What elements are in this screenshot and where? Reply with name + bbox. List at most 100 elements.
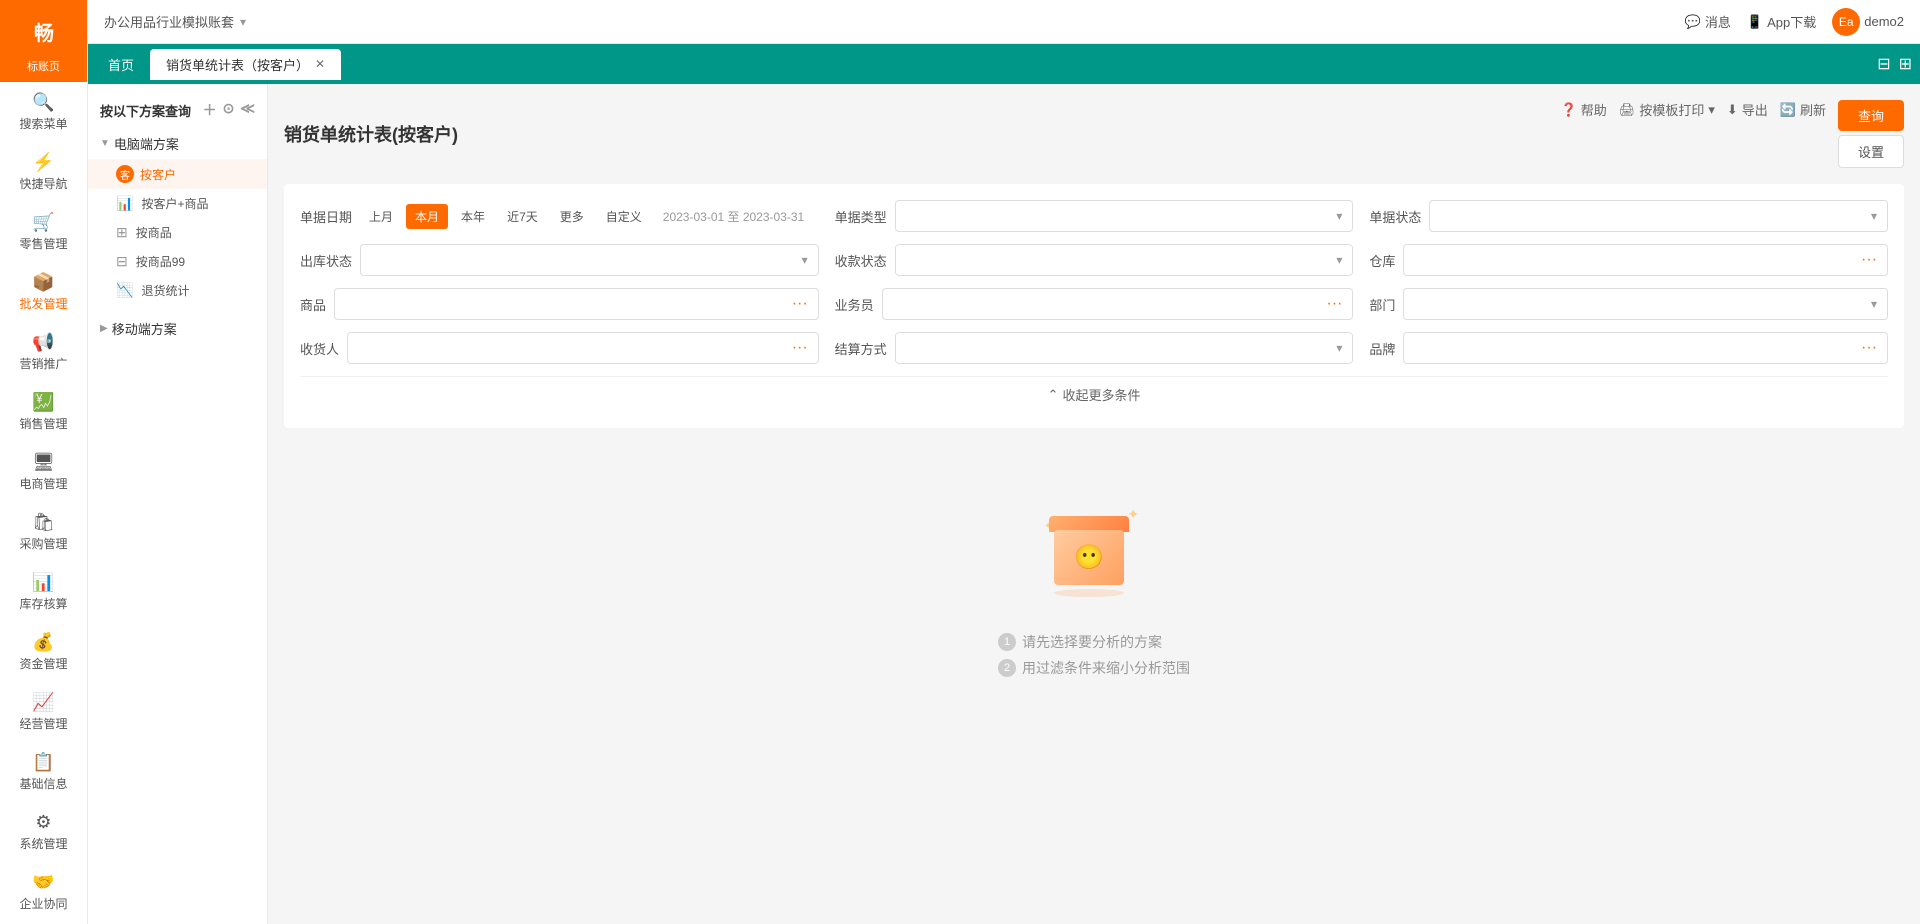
receiver-label: 收货人 [300,339,339,358]
export-button[interactable]: ⬇ 导出 [1727,100,1768,119]
sidebar-item-basic[interactable]: 📋 基础信息 [0,742,87,802]
sidebar-item-inventory[interactable]: 📊 库存核算 [0,562,87,622]
refresh-button[interactable]: 🔄 刷新 [1780,100,1826,119]
sidebar-item-finance[interactable]: 💰 资金管理 [0,622,87,682]
out-status-input[interactable]: ▾ [360,244,819,276]
sidebar-item-retail[interactable]: 🛒 零售管理 [0,202,87,262]
user-avatar-button[interactable]: Ea demo2 [1832,8,1904,36]
date-filter-item: 单据日期 上月 本月 本年 近7天 更多 自定义 2023-03-01 至 20… [300,204,819,229]
message-button[interactable]: 💬 消息 [1685,12,1731,31]
department-input[interactable]: ▾ [1403,288,1888,320]
date-btn-this-year[interactable]: 本年 [452,204,494,229]
payment-status-input[interactable]: ▾ [895,244,1354,276]
export-icon: ⬇ [1727,102,1738,118]
order-status-input[interactable]: ▾ [1429,200,1888,232]
warehouse-input[interactable]: ··· [1403,244,1888,276]
date-range-text: 2023-03-01 至 2023-03-31 [663,208,804,225]
workspace-selector[interactable]: 办公用品行业模拟账套 ▾ [104,12,246,31]
sidebar-item-search[interactable]: 🔍 搜索菜单 [0,82,87,142]
purchase-icon: 🛍 [32,512,55,533]
tab-bar: 首页 销货单统计表（按客户） ✕ ⊟ ⊞ [88,44,1920,84]
date-label: 单据日期 [300,207,352,226]
order-type-input[interactable]: ▾ [895,200,1354,232]
mobile-section: ▶ 移动端方案 [88,313,267,352]
help-icon: ❓ [1561,102,1577,118]
mobile-scheme-header[interactable]: ▶ 移动端方案 [88,313,267,344]
collapse-button[interactable]: ⌃ 收起更多条件 [300,377,1888,412]
date-btn-last-month[interactable]: 上月 [360,204,402,229]
date-btn-this-month[interactable]: 本月 [406,204,448,229]
scheme-by-customer[interactable]: 客 按客户 [88,159,267,189]
warehouse-dots: ··· [1861,251,1877,269]
out-status-label: 出库状态 [300,251,352,270]
scheme-panel: 按以下方案查询 ＋ ⊙ ≪ ▼ 电脑端方案 客 按客户 📊 [88,84,268,924]
settlement-filter-item: 结算方式 ▾ [835,332,1354,364]
date-btn-custom[interactable]: 自定义 [597,204,651,229]
app-download-button[interactable]: 📱 App下载 [1747,12,1816,31]
sidebar-item-sales[interactable]: 💹 销售管理 [0,382,87,442]
panel-header: 按以下方案查询 ＋ ⊙ ≪ [88,92,267,128]
triangle-down-icon: ▼ [100,138,110,149]
header-right: 💬 消息 📱 App下载 Ea demo2 [1685,8,1904,36]
desktop-scheme-label: 电脑端方案 [114,134,179,153]
box-body: 😶 [1054,530,1124,585]
salesperson-input[interactable]: ··· [882,288,1354,320]
order-type-chevron: ▾ [1336,209,1342,223]
collapse-panel-icon[interactable]: ≪ [240,100,255,120]
receiver-input[interactable]: ··· [347,332,819,364]
print-dropdown-icon: ▾ [1708,102,1715,118]
box-graphic: ✦ ✦ 😶 [1054,516,1134,597]
scheme-refund-stat[interactable]: 📉 退货统计 [88,276,267,305]
brand-input[interactable]: ··· [1403,332,1888,364]
chart-icon: 📊 [32,572,54,593]
sidebar-item-operations[interactable]: 📈 经营管理 [0,682,87,742]
scheme-by-product[interactable]: ⊞ 按商品 [88,218,267,247]
sidebar-item-system[interactable]: ⚙ 系统管理 [0,802,87,862]
date-btn-more[interactable]: 更多 [551,204,593,229]
print-button[interactable]: 🖨 按模板打印 ▾ [1619,100,1715,119]
panel-title: 按以下方案查询 [100,101,191,120]
message-icon: 💬 [1685,14,1701,30]
top-header: 办公用品行业模拟账套 ▾ 💬 消息 📱 App下载 Ea demo2 [88,0,1920,44]
empty-state: ✦ ✦ 😶 1 请先选择要分析的方案 2 [284,436,1904,744]
order-type-filter-item: 单据类型 ▾ [835,200,1354,232]
avatar: Ea [1832,8,1860,36]
tab-sales-stat[interactable]: 销货单统计表（按客户） ✕ [150,49,341,80]
sidebar-item-ecommerce[interactable]: 🖥 电商管理 [0,442,87,502]
scheme-by-customer-product[interactable]: 📊 按客户+商品 [88,189,267,218]
settlement-input[interactable]: ▾ [895,332,1354,364]
tab-expand[interactable]: ⊟ ⊞ [1877,54,1912,74]
product-label: 商品 [300,295,326,314]
logo-area[interactable]: 畅 标账页 [0,0,87,82]
sidebar-item-purchase[interactable]: 🛍 采购管理 [0,502,87,562]
add-scheme-icon[interactable]: ＋ [203,100,217,120]
receiver-filter-item: 收货人 ··· [300,332,819,364]
sidebar-item-wholesale[interactable]: 📦 批发管理 [0,262,87,322]
box-face-icon: 😶 [1074,543,1104,572]
settings-scheme-icon[interactable]: ⊙ [223,100,235,120]
workspace-dropdown-icon: ▾ [240,15,246,29]
query-button[interactable]: 查询 [1838,100,1904,131]
settings-button[interactable]: 设置 [1838,135,1904,168]
desktop-scheme-header[interactable]: ▼ 电脑端方案 [88,128,267,159]
sidebar-item-enterprise[interactable]: 🤝 企业协同 [0,862,87,922]
sidebar: 畅 标账页 🔍 搜索菜单 ⚡ 快捷导航 🛒 零售管理 📦 批发管理 📢 营销推广… [0,0,88,924]
scheme-by-product99[interactable]: ⊟ 按商品99 [88,247,267,276]
sidebar-item-quick[interactable]: ⚡ 快捷导航 [0,142,87,202]
help-button[interactable]: ❓ 帮助 [1561,100,1607,119]
desktop-section: ▼ 电脑端方案 客 按客户 📊 按客户+商品 ⊞ 按商品 ⊟ 按商品99 [88,128,267,313]
department-chevron: ▾ [1871,297,1877,311]
tab-home[interactable]: 首页 [96,49,146,80]
date-btn-7days[interactable]: 近7天 [498,204,547,229]
product-input[interactable]: ··· [334,288,819,320]
receiver-dots: ··· [792,339,808,357]
sidebar-item-marketing[interactable]: 📢 营销推广 [0,322,87,382]
box-icon: 📦 [32,272,54,293]
out-status-filter-item: 出库状态 ▾ [300,244,819,276]
department-filter-item: 部门 ▾ [1369,288,1888,320]
tab-close-icon[interactable]: ✕ [315,57,325,71]
payment-status-chevron: ▾ [1336,253,1342,267]
warehouse-filter-item: 仓库 ··· [1369,244,1888,276]
order-status-filter-item: 单据状态 ▾ [1369,200,1888,232]
marketing-icon: 📢 [32,332,54,353]
